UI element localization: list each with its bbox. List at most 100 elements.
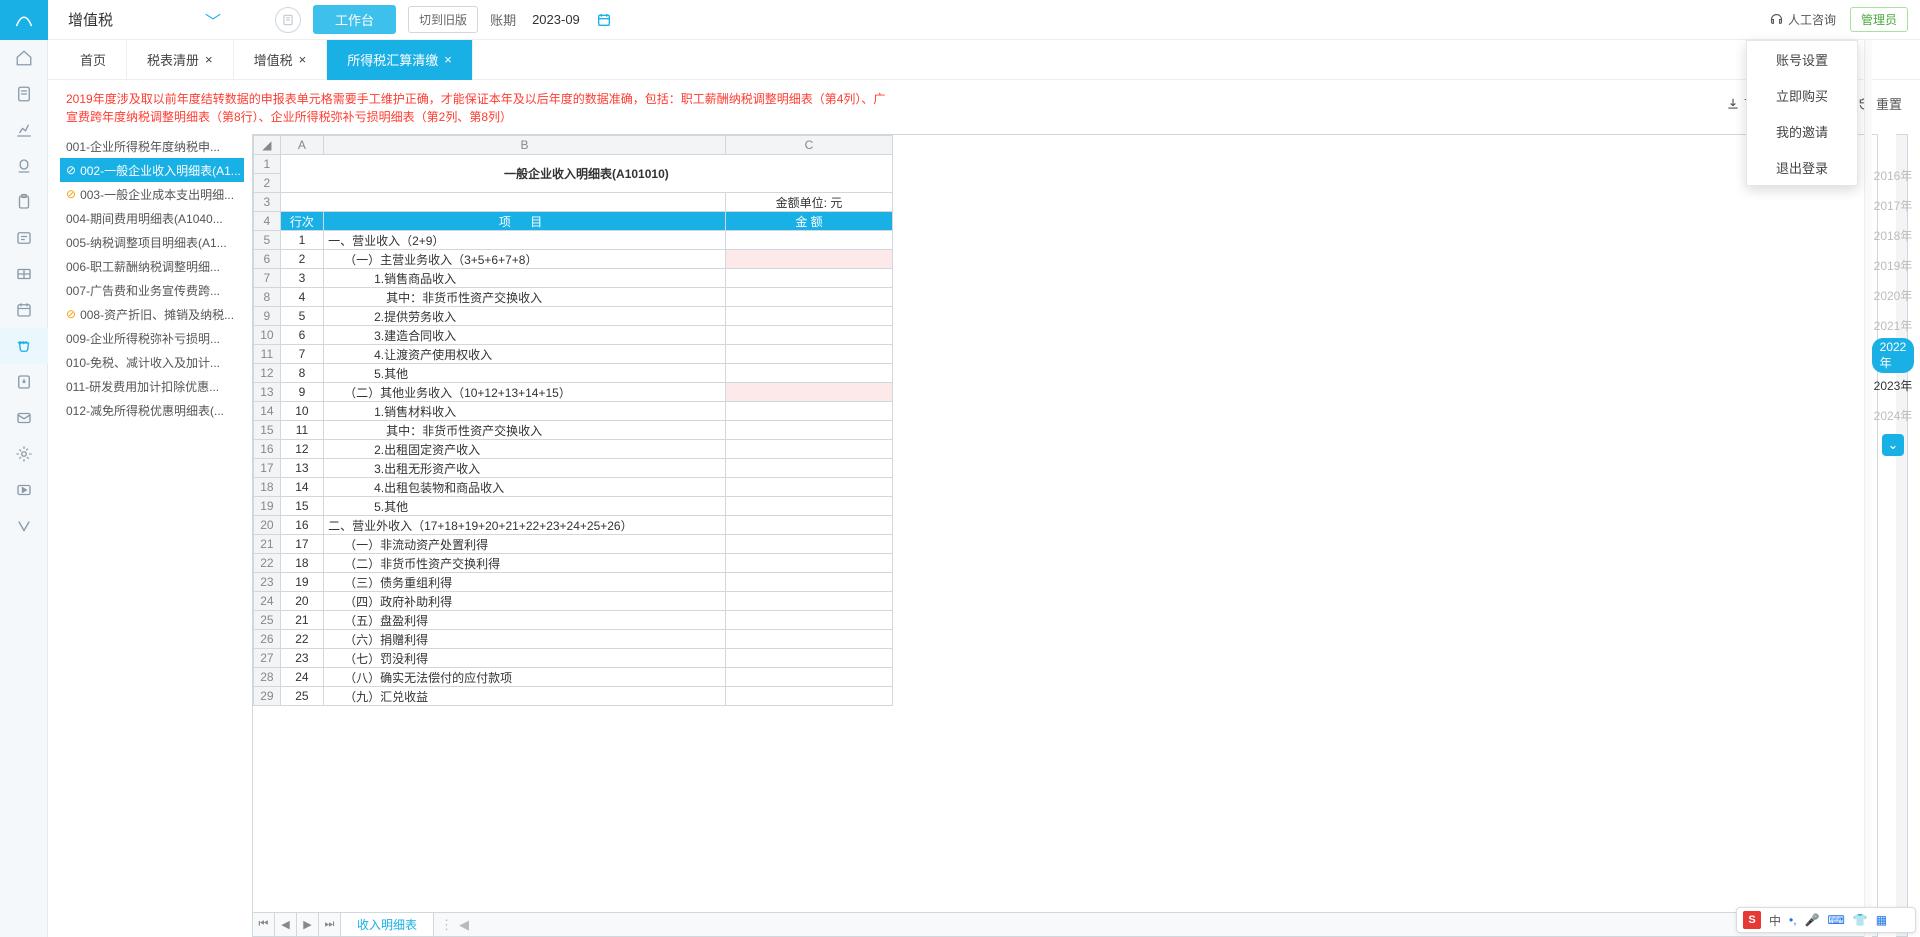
title-chevron-down-icon[interactable]: ﹀: [205, 8, 221, 32]
form-list-item[interactable]: 001-企业所得税年度纳税申...: [60, 134, 244, 158]
user-menu-item[interactable]: 账号设置: [1747, 41, 1857, 77]
row-header[interactable]: 9: [254, 307, 281, 326]
tab-vat[interactable]: 增值税×: [234, 40, 328, 80]
form-list-item[interactable]: 012-减免所得税优惠明细表(...: [60, 398, 244, 422]
col-header-A[interactable]: A: [280, 136, 323, 155]
year-item[interactable]: 2019年: [1872, 250, 1914, 280]
form-list-item[interactable]: 007-广告费和业务宣传费跨...: [60, 278, 244, 302]
form-list-item[interactable]: ⊘002-一般企业收入明细表(A1...: [60, 158, 244, 182]
sheet-nav-first[interactable]: ⏮: [253, 913, 275, 936]
nav-doc-icon[interactable]: [0, 76, 48, 112]
form-list-item[interactable]: 004-期间费用明细表(A1040...: [60, 206, 244, 230]
row-header[interactable]: 27: [254, 649, 281, 668]
consult-link[interactable]: 人工咨询: [1769, 11, 1836, 28]
form-list-item[interactable]: 010-免税、减计收入及加计...: [60, 350, 244, 374]
cell-line-no[interactable]: 12: [280, 440, 323, 459]
cell-item[interactable]: （二）其他业务收入（10+12+13+14+15）: [324, 383, 726, 402]
cell-item[interactable]: 3.出租无形资产收入: [324, 459, 726, 478]
nav-table-icon[interactable]: [0, 256, 48, 292]
row-header[interactable]: 7: [254, 269, 281, 288]
cell-line-no[interactable]: 1: [280, 231, 323, 250]
ime-punct-icon[interactable]: •,: [1789, 913, 1797, 927]
ime-toolbar[interactable]: S 中 •, 🎤 ⌨ 👕 ▦: [1736, 907, 1916, 933]
close-icon[interactable]: ×: [444, 52, 452, 67]
ime-skin-icon[interactable]: 👕: [1853, 913, 1868, 927]
nav-report-icon[interactable]: [0, 220, 48, 256]
row-header[interactable]: 24: [254, 592, 281, 611]
cell-line-no[interactable]: 6: [280, 326, 323, 345]
form-list-item[interactable]: ⊘008-资产折旧、摊销及纳税...: [60, 302, 244, 326]
nav-mail-icon[interactable]: [0, 400, 48, 436]
user-menu-item[interactable]: 立即购买: [1747, 77, 1857, 113]
horizontal-scrollbar[interactable]: ⋮◀: [434, 913, 1877, 936]
nav-tax-icon[interactable]: [0, 328, 48, 364]
cell-line-no[interactable]: 3: [280, 269, 323, 288]
year-item[interactable]: 2024年: [1872, 400, 1914, 430]
col-header-B[interactable]: B: [324, 136, 726, 155]
row-header[interactable]: 4: [254, 212, 281, 231]
cell-amount[interactable]: [726, 383, 893, 402]
nav-settings-icon[interactable]: [0, 436, 48, 472]
row-header[interactable]: 14: [254, 402, 281, 421]
cell-amount[interactable]: [726, 250, 893, 269]
form-list-item[interactable]: 009-企业所得税弥补亏损明...: [60, 326, 244, 350]
tab-tax-list[interactable]: 税表清册×: [127, 40, 234, 80]
close-icon[interactable]: ×: [205, 52, 213, 67]
cell-item[interactable]: 1.销售商品收入: [324, 269, 726, 288]
cell-item[interactable]: 2.出租固定资产收入: [324, 440, 726, 459]
row-header[interactable]: 17: [254, 459, 281, 478]
year-item[interactable]: 2017年: [1872, 190, 1914, 220]
workbench-button[interactable]: 工作台: [313, 5, 396, 34]
col-header-C[interactable]: C: [726, 136, 893, 155]
row-header[interactable]: 20: [254, 516, 281, 535]
year-item[interactable]: 2022年: [1872, 340, 1914, 370]
cell-amount[interactable]: [726, 668, 893, 687]
year-item[interactable]: 2016年: [1872, 160, 1914, 190]
cell-amount[interactable]: [726, 535, 893, 554]
cell-amount[interactable]: [726, 440, 893, 459]
cell-amount[interactable]: [726, 364, 893, 383]
cell-item[interactable]: （二）非货币性资产交换利得: [324, 554, 726, 573]
cell-item[interactable]: （五）盘盈利得: [324, 611, 726, 630]
row-header[interactable]: 21: [254, 535, 281, 554]
cell-item[interactable]: 4.出租包装物和商品收入: [324, 478, 726, 497]
year-item[interactable]: 2021年: [1872, 310, 1914, 340]
cell-line-no[interactable]: 9: [280, 383, 323, 402]
cell-line-no[interactable]: 20: [280, 592, 323, 611]
calendar-icon[interactable]: [596, 12, 612, 28]
cell-line-no[interactable]: 19: [280, 573, 323, 592]
cell-item[interactable]: 其中：非货币性资产交换收入: [324, 421, 726, 440]
nav-home-icon[interactable]: [0, 40, 48, 76]
cell-amount[interactable]: [726, 592, 893, 611]
cell-amount[interactable]: [726, 478, 893, 497]
corner-cell[interactable]: ◢: [254, 136, 281, 155]
row-header[interactable]: 22: [254, 554, 281, 573]
cell-item[interactable]: 其中：非货币性资产交换收入: [324, 288, 726, 307]
row-header[interactable]: 18: [254, 478, 281, 497]
nav-clipboard-icon[interactable]: [0, 184, 48, 220]
cell-item[interactable]: （七）罚没利得: [324, 649, 726, 668]
sheet-nav-next[interactable]: ▶: [297, 913, 319, 936]
cell-item[interactable]: （一）主营业务收入（3+5+6+7+8）: [324, 250, 726, 269]
cell-line-no[interactable]: 10: [280, 402, 323, 421]
row-header[interactable]: 16: [254, 440, 281, 459]
cell-amount[interactable]: [726, 345, 893, 364]
nav-video-icon[interactable]: [0, 472, 48, 508]
ime-keyboard-icon[interactable]: ⌨: [1828, 913, 1845, 927]
cell-amount[interactable]: [726, 554, 893, 573]
cell-line-no[interactable]: 4: [280, 288, 323, 307]
nav-money-icon[interactable]: [0, 148, 48, 184]
cell-item[interactable]: （九）汇兑收益: [324, 687, 726, 706]
cell-line-no[interactable]: 17: [280, 535, 323, 554]
row-header[interactable]: 11: [254, 345, 281, 364]
cell-line-no[interactable]: 23: [280, 649, 323, 668]
cell-line-no[interactable]: 25: [280, 687, 323, 706]
switch-old-button[interactable]: 切到旧版: [408, 6, 478, 33]
row-header[interactable]: 6: [254, 250, 281, 269]
nav-v-icon[interactable]: [0, 508, 48, 544]
sheet-tab[interactable]: 收入明细表: [341, 913, 434, 936]
row-header[interactable]: 26: [254, 630, 281, 649]
close-icon[interactable]: ×: [299, 52, 307, 67]
row-header[interactable]: 19: [254, 497, 281, 516]
cell-line-no[interactable]: 18: [280, 554, 323, 573]
